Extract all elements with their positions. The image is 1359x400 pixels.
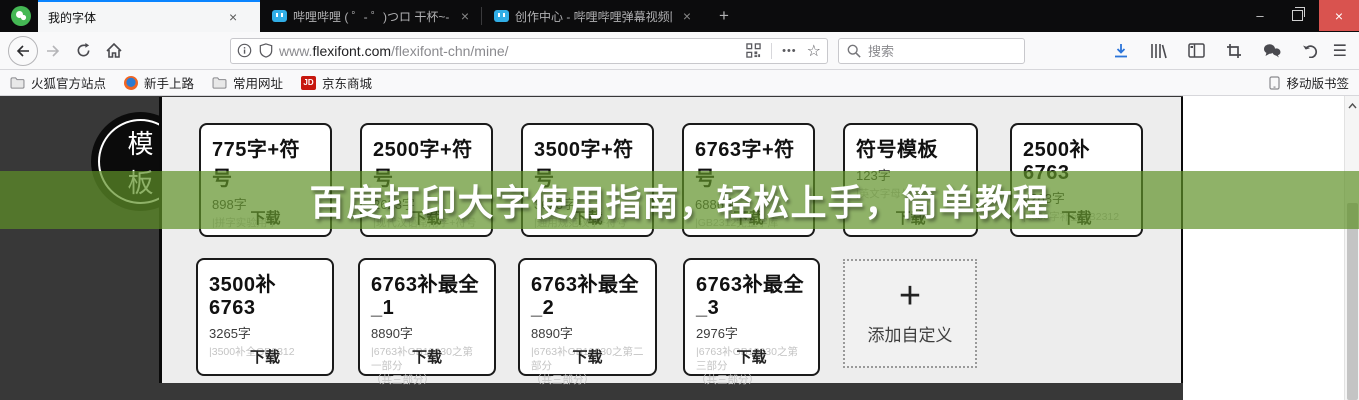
template-card[interactable]: 3500补6763 3265字 |3500补全GB2312 下载 — [196, 258, 334, 376]
bookmark-star-icon[interactable]: ☆ — [807, 41, 821, 61]
reload-button[interactable] — [68, 43, 98, 58]
template-card[interactable]: 6763补最全_3 2976字 |6763补GB18030之第三部分 （共三部分… — [683, 258, 820, 386]
sidebar-toggle-icon[interactable] — [1187, 43, 1205, 58]
search-placeholder: 搜索 — [868, 44, 895, 59]
download-button[interactable]: 下载 — [198, 346, 332, 367]
window-close-button[interactable]: × — [1319, 0, 1359, 31]
bilibili-favicon — [272, 10, 287, 22]
tab-creation-center[interactable]: 创作中心 - 哔哩哔哩弹幕视频网 × — [484, 0, 702, 32]
url-domain: flexifont.com — [312, 42, 392, 59]
home-button[interactable] — [98, 43, 130, 58]
card-title: 6763补最全_2 — [531, 274, 639, 319]
tab-title: 我的字体 — [48, 10, 97, 25]
forward-arrow-icon — [47, 44, 60, 57]
tab-bilibili[interactable]: 哔哩哔哩 ( ゜- ゜)つロ 干杯~-bi × — [262, 0, 480, 32]
restore-icon — [1291, 6, 1305, 21]
folder-icon — [10, 76, 25, 89]
tab-close-icon[interactable]: × — [680, 9, 694, 23]
tab-close-icon[interactable]: × — [458, 9, 472, 23]
bookmark-label: 移动版书签 — [1286, 77, 1349, 91]
undo-restore-icon[interactable] — [1302, 44, 1319, 58]
plus-icon: + — [898, 275, 922, 317]
badge-char: 模 — [127, 129, 154, 159]
download-button[interactable]: 下载 — [360, 346, 494, 367]
back-arrow-icon — [16, 44, 29, 57]
template-card[interactable]: 6763补最全_2 8890字 |6763补GB18030之第二部分 （共三部分… — [518, 258, 657, 386]
bookmark-getting-started[interactable]: 新手上路 — [124, 73, 194, 92]
url-prefix: www. — [279, 42, 313, 59]
window-maximize-button[interactable] — [1280, 0, 1314, 30]
card-count: 3265字 — [209, 326, 251, 341]
template-card[interactable]: 6763补最全_1 8890字 |6763补GB18030之第一部分 （共三部分… — [358, 258, 496, 386]
tracking-shield-icon[interactable] — [259, 43, 273, 58]
promo-overlay-banner: 百度打印大字使用指南，轻松上手，简单教程 — [0, 171, 1359, 229]
jd-icon: JD — [301, 75, 317, 90]
back-button[interactable] — [8, 35, 38, 66]
add-custom-template-button[interactable]: + 添加自定义 — [843, 259, 977, 368]
bookmark-label: 常用网址 — [233, 77, 284, 91]
url-path: /flexifont-chn/mine/ — [391, 42, 509, 59]
card-title: 符号模板 — [856, 139, 938, 161]
search-input[interactable]: 搜索 — [838, 37, 1025, 64]
downloads-icon[interactable] — [1113, 43, 1129, 59]
forward-button[interactable] — [38, 44, 68, 57]
tab-close-icon[interactable]: × — [226, 10, 240, 24]
card-count: 2976字 — [696, 326, 738, 341]
bookmark-label: 火狐官方站点 — [31, 77, 107, 91]
tab-title: 哔哩哔哩 ( ゜- ゜)つロ 干杯~-bi — [293, 9, 450, 24]
folder-icon — [212, 76, 227, 89]
browser-window: 我的字体 × 哔哩哔哩 ( ゜- ゜)つロ 干杯~-bi × 创作中心 - 哔哩… — [0, 0, 1359, 400]
card-title: 6763补最全_3 — [696, 274, 804, 319]
scrollbar-thumb[interactable] — [1347, 203, 1358, 400]
card-count: 8890字 — [371, 326, 413, 341]
add-custom-label: 添加自定义 — [867, 326, 953, 345]
page-scrollbar[interactable] — [1344, 96, 1359, 400]
search-icon — [847, 44, 861, 58]
qr-code-icon[interactable] — [746, 43, 761, 58]
card-count: 8890字 — [531, 326, 573, 341]
hamburger-menu-icon[interactable]: ☰ — [1333, 41, 1347, 61]
bookmark-folder-firefox-sites[interactable]: 火狐官方站点 — [10, 73, 106, 92]
new-tab-button[interactable]: + — [712, 4, 736, 28]
bilibili-favicon — [494, 10, 509, 22]
phone-icon — [1269, 75, 1281, 90]
url-text: www.flexifont.com/flexifont-chn/mine/ — [279, 43, 746, 59]
url-bar[interactable]: www.flexifont.com/flexifont-chn/mine/ ••… — [230, 37, 828, 64]
bookmarks-toolbar: 火狐官方站点 新手上路 常用网址 JD 京东商城 移动版书签 — [0, 70, 1359, 96]
tab-separator — [481, 7, 482, 25]
bookmark-folder-common-sites[interactable]: 常用网址 — [212, 73, 283, 92]
mobile-bookmarks[interactable]: 移动版书签 — [1269, 73, 1349, 92]
screenshot-crop-icon[interactable] — [1226, 43, 1242, 59]
bookmark-jd-mall[interactable]: JD 京东商城 — [301, 73, 372, 92]
tab-title: 创作中心 - 哔哩哔哩弹幕视频网 — [515, 9, 672, 24]
chat-bubbles-icon — [16, 11, 27, 21]
page-actions-icon[interactable]: ••• — [782, 45, 797, 57]
messages-icon[interactable] — [1263, 43, 1281, 58]
tab-my-fonts[interactable]: 我的字体 × — [38, 0, 260, 32]
home-icon — [106, 43, 122, 58]
promo-overlay-title: 百度打印大字使用指南，轻松上手，简单教程 — [309, 182, 1050, 223]
wechat-app-icon[interactable] — [11, 6, 31, 26]
url-separator — [771, 42, 773, 59]
download-button[interactable]: 下载 — [685, 346, 818, 367]
page-content: 模 板 775字+符号 898字 |拼字实验用字 下载 2500字+符号 262… — [0, 96, 1359, 400]
window-minimize-button[interactable]: – — [1243, 0, 1277, 30]
reload-icon — [77, 43, 89, 57]
download-button[interactable]: 下载 — [520, 346, 655, 367]
page-info-icon[interactable] — [237, 43, 252, 58]
firefox-icon — [124, 75, 139, 90]
bookmark-label: 京东商城 — [322, 77, 373, 91]
bookmark-label: 新手上路 — [144, 77, 195, 91]
navigation-toolbar: www.flexifont.com/flexifont-chn/mine/ ••… — [0, 32, 1359, 70]
card-title: 6763补最全_1 — [371, 274, 479, 319]
library-icon[interactable] — [1150, 43, 1167, 59]
card-title: 3500补6763 — [209, 274, 276, 319]
scroll-up-arrow-icon[interactable] — [1345, 100, 1359, 112]
tab-bar: 我的字体 × 哔哩哔哩 ( ゜- ゜)つロ 干杯~-bi × 创作中心 - 哔哩… — [0, 0, 1359, 32]
